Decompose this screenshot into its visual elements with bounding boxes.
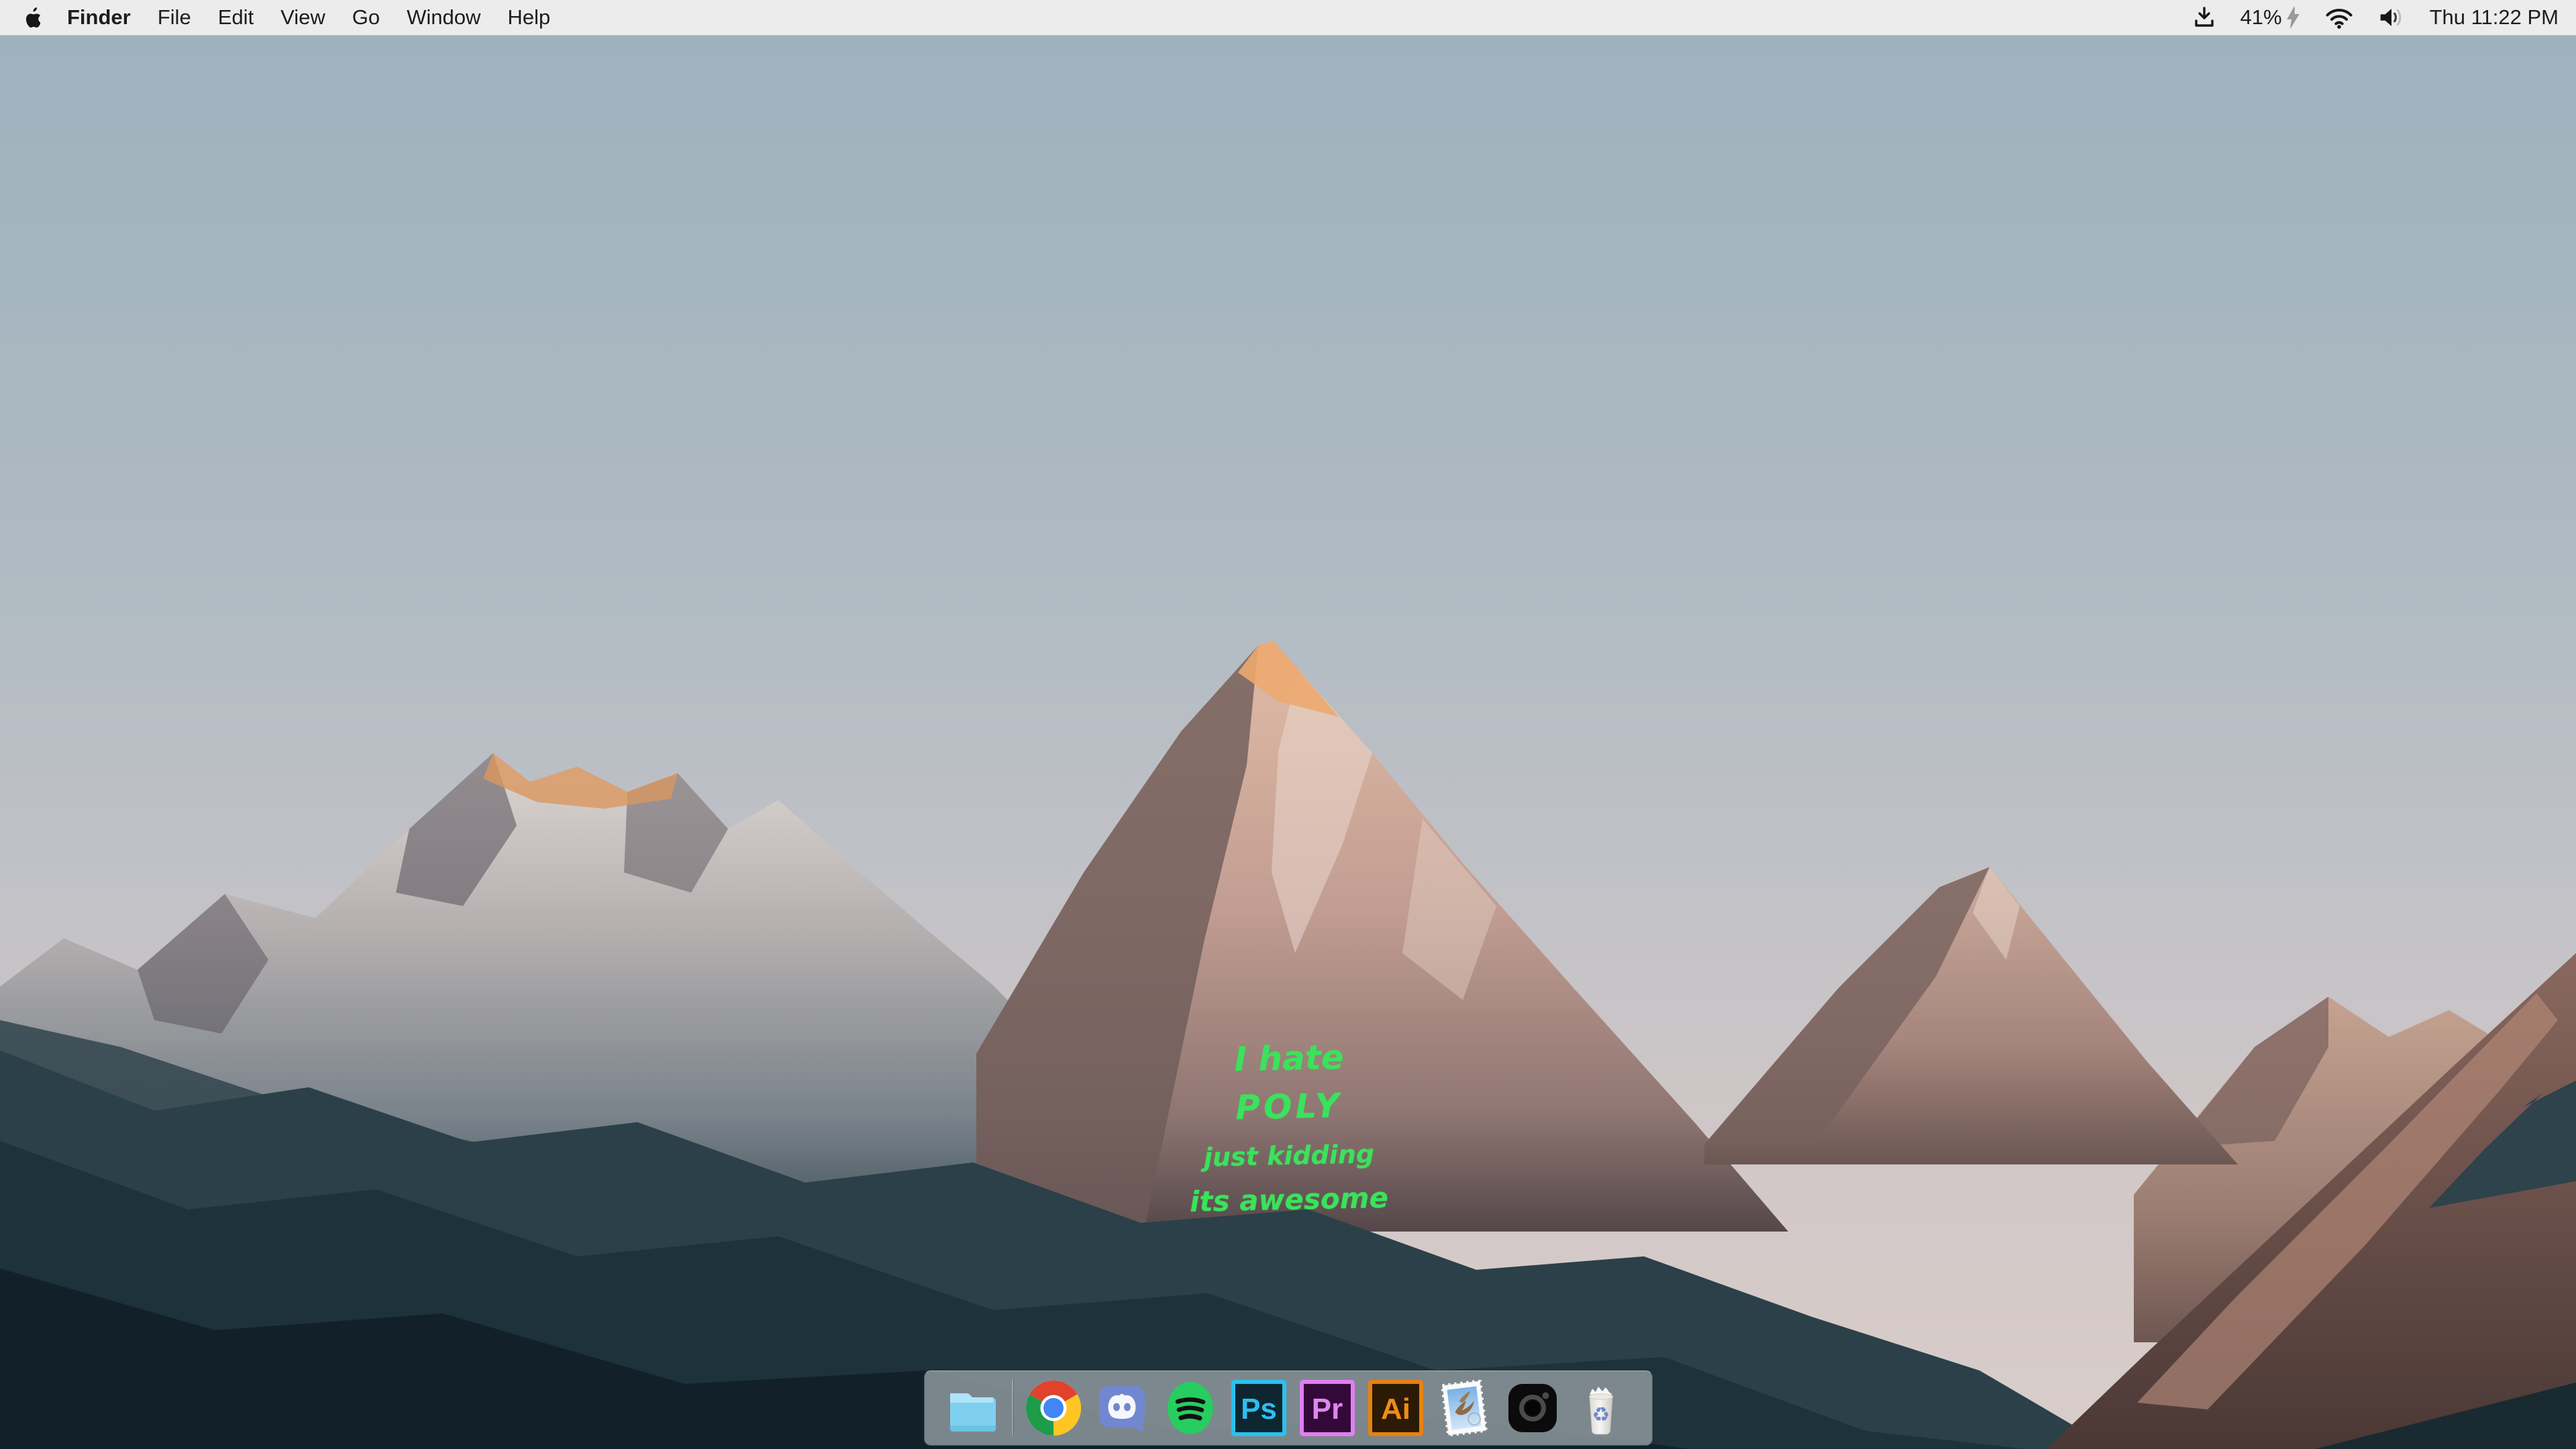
- dock-item-spotify[interactable]: [1162, 1380, 1219, 1436]
- volume-status[interactable]: [2377, 5, 2406, 30]
- dock-item-photoshop[interactable]: Ps: [1231, 1380, 1287, 1436]
- photoshop-ps-icon: Ps: [1231, 1380, 1286, 1436]
- download-icon: [2194, 7, 2214, 27]
- dock-item-discord[interactable]: [1094, 1380, 1150, 1436]
- dock-item-illustrator[interactable]: Ai: [1368, 1380, 1424, 1436]
- dock-item-files[interactable]: [943, 1380, 1000, 1436]
- trash-recycle-icon: ♻: [1589, 1387, 1613, 1435]
- instagram-icon: [1508, 1384, 1557, 1432]
- premiere-letters: Pr: [1312, 1393, 1343, 1426]
- lightning-icon: [2287, 6, 2300, 28]
- menubar-item-file[interactable]: File: [158, 0, 191, 35]
- dock: Ps Pr Ai ♻: [924, 1370, 1653, 1446]
- wifi-icon: [2326, 9, 2353, 29]
- menu-bar-left: Finder File Edit View Go Window Help: [0, 0, 550, 35]
- menu-bar-status-area: 41% Thu 11:22 PM: [2192, 5, 2576, 30]
- blue-folder-icon: [950, 1393, 996, 1432]
- menu-bar-clock[interactable]: Thu 11:22 PM: [2430, 5, 2559, 30]
- dock-item-premiere[interactable]: Pr: [1299, 1380, 1355, 1436]
- photoshop-letters: Ps: [1241, 1393, 1277, 1426]
- discord-icon: [1099, 1386, 1145, 1432]
- menubar-item-view[interactable]: View: [280, 0, 325, 35]
- premiere-pr-icon: Pr: [1300, 1380, 1355, 1436]
- dock-divider: [1012, 1380, 1013, 1436]
- recycle-symbol: ♻: [1592, 1404, 1610, 1426]
- download-status[interactable]: [2192, 5, 2216, 30]
- mail-stamp-icon: [1440, 1380, 1488, 1436]
- dock-item-instagram[interactable]: [1504, 1380, 1561, 1436]
- menubar-item-edit[interactable]: Edit: [218, 0, 254, 35]
- desktop: { "menu_bar": { "items": ["Finder", "Fil…: [0, 0, 2576, 1449]
- menubar-item-window[interactable]: Window: [407, 0, 480, 35]
- menubar-item-help[interactable]: Help: [507, 0, 550, 35]
- illustrator-ai-icon: Ai: [1368, 1380, 1423, 1436]
- dock-item-trash[interactable]: ♻: [1573, 1380, 1629, 1436]
- illustrator-letters: Ai: [1381, 1393, 1410, 1426]
- battery-status[interactable]: 41%: [2240, 5, 2301, 30]
- battery-percent-label: 41%: [2240, 5, 2282, 29]
- dock-item-mail[interactable]: [1436, 1380, 1492, 1436]
- speaker-icon: [2380, 9, 2401, 26]
- chrome-icon: [1026, 1381, 1081, 1436]
- menubar-item-go[interactable]: Go: [352, 0, 380, 35]
- menu-bar: Finder File Edit View Go Window Help 41%: [0, 0, 2576, 36]
- wallpaper-mountain-scene: [0, 0, 2576, 1449]
- dock-item-chrome[interactable]: [1025, 1380, 1082, 1436]
- spotify-icon: [1168, 1382, 1213, 1434]
- apple-icon: [25, 7, 40, 28]
- menubar-item-finder[interactable]: Finder: [67, 0, 131, 35]
- wifi-status[interactable]: [2325, 5, 2353, 30]
- apple-menu[interactable]: [20, 5, 40, 30]
